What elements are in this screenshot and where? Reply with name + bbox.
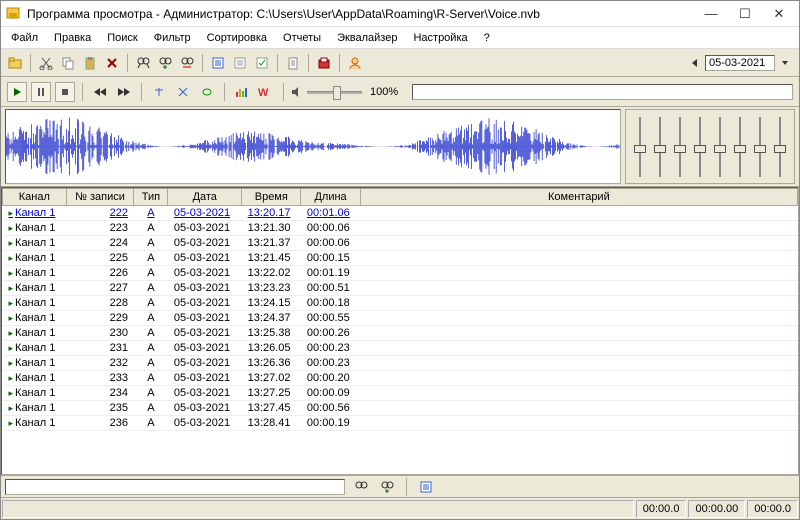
table-row[interactable]: Канал 1231A05-03-202113:26.0500:00.23	[3, 341, 798, 356]
eq-slider[interactable]	[714, 117, 726, 177]
skip-back-button[interactable]	[90, 82, 110, 102]
minimize-button[interactable]: —	[695, 4, 727, 24]
waveform-icon[interactable]: W	[256, 82, 276, 102]
menu-sort[interactable]: Сортировка	[199, 30, 275, 46]
list2-icon[interactable]	[230, 53, 250, 73]
speed-up-icon[interactable]	[173, 82, 193, 102]
list-check-icon[interactable]	[252, 53, 272, 73]
col-duration[interactable]: Длина	[301, 189, 360, 206]
find-small-icon[interactable]	[351, 477, 371, 497]
table-row[interactable]: Канал 1223A05-03-202113:21.3000:00.06	[3, 221, 798, 236]
menu-edit[interactable]: Правка	[46, 30, 99, 46]
menu-settings[interactable]: Настройка	[405, 30, 475, 46]
table-row[interactable]: Канал 1235A05-03-202113:27.4500:00.56	[3, 401, 798, 416]
status-time-1: 00:00.0	[636, 500, 687, 518]
bottom-toolbar	[1, 475, 799, 497]
table-row[interactable]: Канал 1222A05-03-202113:20.1700:01.06	[3, 206, 798, 221]
col-comment[interactable]: Коментарий	[360, 189, 797, 206]
menu-help[interactable]: ?	[476, 30, 498, 46]
eq-slider[interactable]	[674, 117, 686, 177]
play-button[interactable]	[7, 82, 27, 102]
delete-icon[interactable]	[102, 53, 122, 73]
list1-icon[interactable]	[208, 53, 228, 73]
window-controls: — ☐ ✕	[695, 4, 795, 24]
waveform-area	[1, 107, 799, 187]
find-icon[interactable]	[133, 53, 153, 73]
col-type[interactable]: Тип	[134, 189, 168, 206]
menu-equalizer[interactable]: Эквалайзер	[329, 30, 405, 46]
app-icon	[5, 6, 21, 22]
status-spacer	[2, 500, 634, 518]
find-next-small-icon[interactable]	[377, 477, 397, 497]
report-icon[interactable]	[283, 53, 303, 73]
find-next-icon[interactable]	[155, 53, 175, 73]
col-channel[interactable]: Канал	[3, 189, 67, 206]
volume-slider[interactable]	[291, 86, 362, 98]
position-slider[interactable]	[412, 84, 793, 100]
volume-icon	[291, 86, 303, 98]
statusbar: 00:00.0 00:00.00 00:00.0	[1, 497, 799, 519]
spectrum-icon[interactable]	[232, 82, 252, 102]
zoom-label: 100%	[366, 86, 402, 98]
table-row[interactable]: Канал 1234A05-03-202113:27.2500:00.09	[3, 386, 798, 401]
table-row[interactable]: Канал 1227A05-03-202113:23.2300:00.51	[3, 281, 798, 296]
eq-slider[interactable]	[774, 117, 786, 177]
find-prev-icon[interactable]	[177, 53, 197, 73]
maximize-button[interactable]: ☐	[729, 4, 761, 24]
copy-icon[interactable]	[58, 53, 78, 73]
svg-text:W: W	[258, 87, 269, 98]
table-row[interactable]: Канал 1228A05-03-202113:24.1500:00.18	[3, 296, 798, 311]
eq-slider[interactable]	[694, 117, 706, 177]
table-row[interactable]: Канал 1236A05-03-202113:28.4100:00.19	[3, 416, 798, 431]
table-header-row: Канал № записи Тип Дата Время Длина Коме…	[3, 189, 798, 206]
paste-icon[interactable]	[80, 53, 100, 73]
toolbar-main	[1, 49, 799, 77]
col-recno[interactable]: № записи	[66, 189, 134, 206]
toolbar-playback: W 100%	[1, 77, 799, 107]
open-icon[interactable]	[5, 53, 25, 73]
menu-file[interactable]: Файл	[3, 30, 46, 46]
table-row[interactable]: Канал 1230A05-03-202113:25.3800:00.26	[3, 326, 798, 341]
records-table[interactable]: Канал № записи Тип Дата Время Длина Коме…	[1, 187, 799, 475]
menubar: Файл Правка Поиск Фильтр Сортировка Отче…	[1, 27, 799, 49]
menu-reports[interactable]: Отчеты	[275, 30, 329, 46]
eq-slider[interactable]	[634, 117, 646, 177]
table-row[interactable]: Канал 1229A05-03-202113:24.3700:00.55	[3, 311, 798, 326]
app-window: Программа просмотра - Администратор: C:\…	[0, 0, 800, 520]
user-icon[interactable]	[345, 53, 365, 73]
window-title: Программа просмотра - Администратор: C:\…	[27, 7, 695, 21]
table-row[interactable]: Канал 1225A05-03-202113:21.4500:00.15	[3, 251, 798, 266]
export-icon[interactable]	[314, 53, 334, 73]
col-time[interactable]: Время	[242, 189, 301, 206]
table-row[interactable]: Канал 1226A05-03-202113:22.0200:01.19	[3, 266, 798, 281]
skip-fwd-button[interactable]	[114, 82, 134, 102]
eq-slider[interactable]	[754, 117, 766, 177]
date-dropdown-icon[interactable]	[775, 53, 795, 73]
eq-slider[interactable]	[734, 117, 746, 177]
col-date[interactable]: Дата	[168, 189, 242, 206]
menu-filter[interactable]: Фильтр	[146, 30, 199, 46]
titlebar: Программа просмотра - Администратор: C:\…	[1, 1, 799, 27]
search-input[interactable]	[5, 479, 345, 495]
options-small-icon[interactable]	[416, 477, 436, 497]
table-row[interactable]: Канал 1233A05-03-202113:27.0200:00.20	[3, 371, 798, 386]
menu-search[interactable]: Поиск	[99, 30, 145, 46]
date-input[interactable]	[705, 55, 775, 71]
table-row[interactable]: Канал 1224A05-03-202113:21.3700:00.06	[3, 236, 798, 251]
eq-slider[interactable]	[654, 117, 666, 177]
date-prev-icon[interactable]	[685, 53, 705, 73]
status-time-3: 00:00.0	[747, 500, 798, 518]
status-time-2: 00:00.00	[688, 500, 745, 518]
table-row[interactable]: Канал 1232A05-03-202113:26.3600:00.23	[3, 356, 798, 371]
waveform-display[interactable]	[5, 109, 621, 184]
stop-button[interactable]	[55, 82, 75, 102]
date-picker	[685, 53, 795, 73]
close-button[interactable]: ✕	[763, 4, 795, 24]
cut-icon[interactable]	[36, 53, 56, 73]
equalizer-panel	[625, 109, 795, 184]
pause-button[interactable]	[31, 82, 51, 102]
loop-icon[interactable]	[197, 82, 217, 102]
speed-down-icon[interactable]	[149, 82, 169, 102]
